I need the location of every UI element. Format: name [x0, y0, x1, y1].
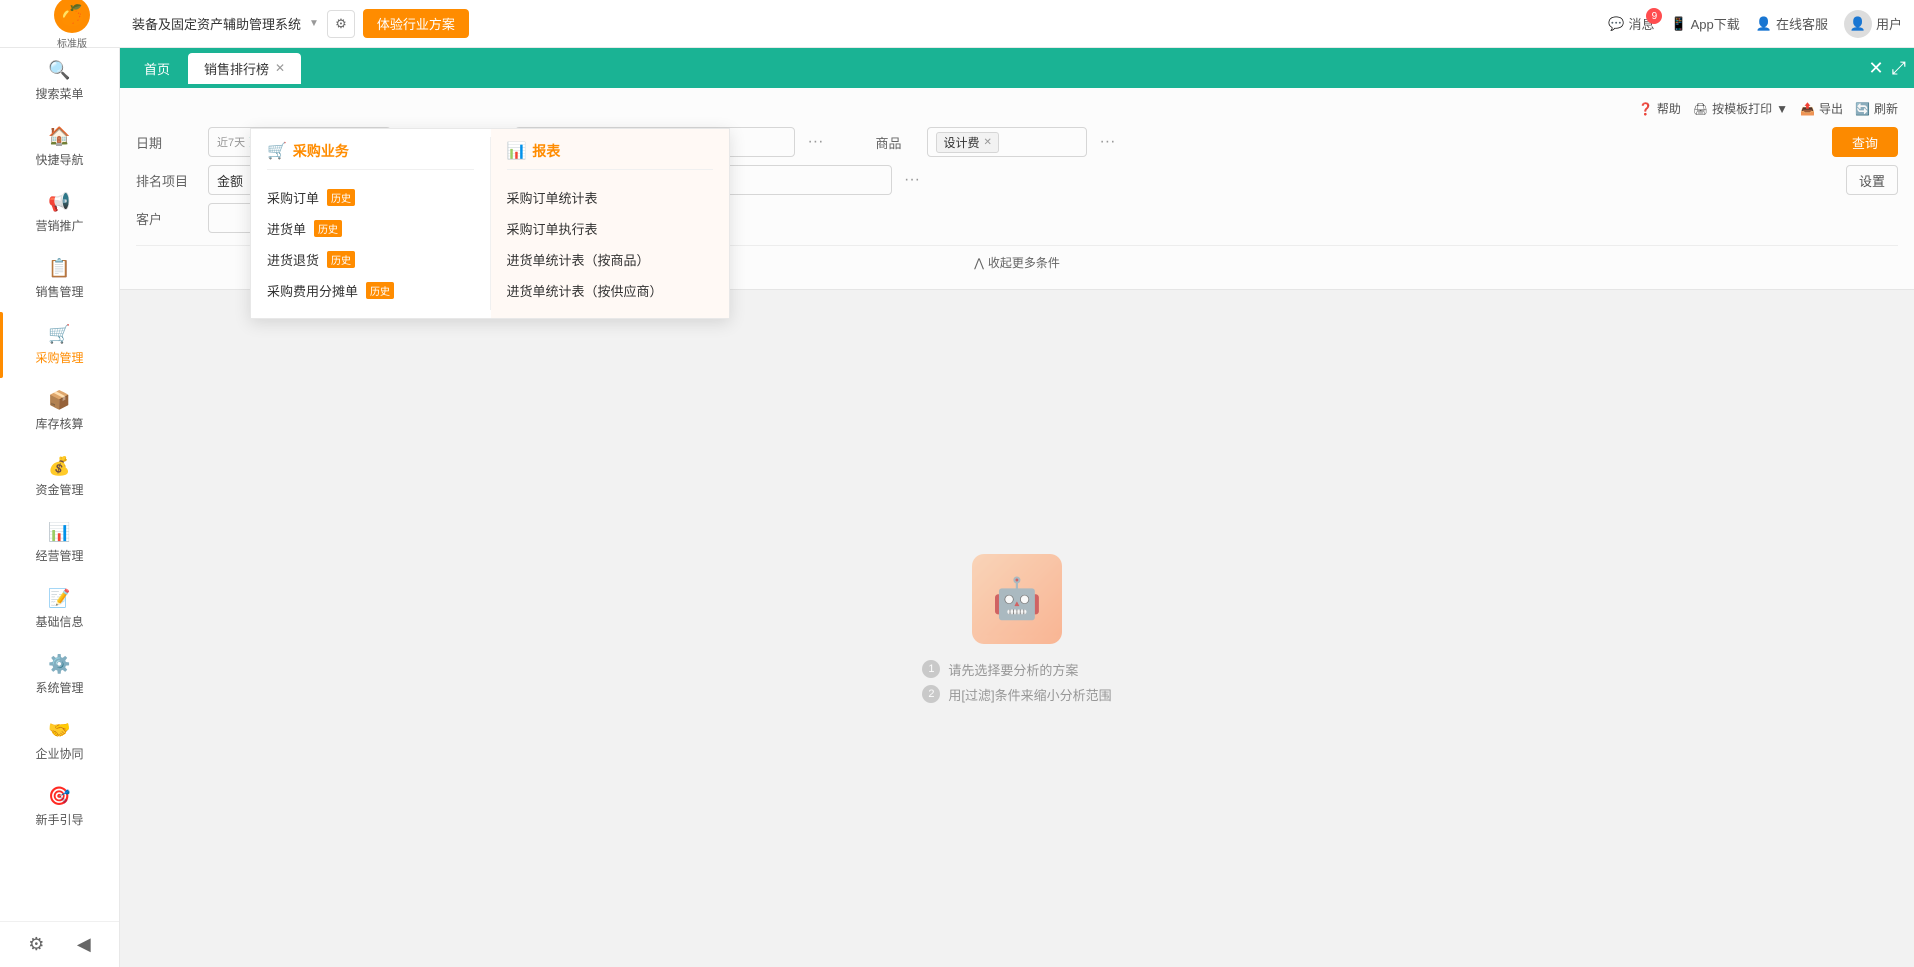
dropdown-menu: 🛒 采购业务 采购订单 历史 进货单 历史 进货退货 历史: [250, 128, 730, 319]
sidebar-item-guide[interactable]: 🎯 新手引导: [0, 774, 119, 840]
inventory-icon: 📦: [48, 390, 70, 411]
system-icon: ⚙️: [48, 654, 70, 675]
menu-item-purchase-cost[interactable]: 采购费用分摊单 历史: [267, 275, 474, 306]
menu-section-report-title: 📊 报表: [507, 141, 714, 170]
home-icon: 🏠: [48, 126, 70, 147]
guide-icon: 🎯: [48, 786, 70, 807]
settings-icon[interactable]: ⚙: [327, 10, 355, 38]
sidebar-item-cooperation[interactable]: 🤝 企业协同: [0, 708, 119, 774]
purchase-icon: 🛒: [48, 324, 70, 345]
tab-bar: 首页 销售排行榜 ✕ ✕ ⤢: [120, 48, 1914, 88]
cooperation-icon: 🤝: [48, 720, 70, 741]
sidebar-item-system[interactable]: ⚙️ 系统管理: [0, 642, 119, 708]
purchase-menu-icon: 🛒: [267, 141, 287, 161]
main-layout: 🔍 搜索菜单 🏠 快捷导航 📢 营销推广 📋 销售管理 🛒 采购管理 📦 库存核…: [0, 48, 1914, 967]
sidebar: 🔍 搜索菜单 🏠 快捷导航 📢 营销推广 📋 销售管理 🛒 采购管理 📦 库存核…: [0, 48, 120, 967]
sidebar-collapse-icon[interactable]: ◀: [77, 934, 91, 955]
user-button[interactable]: 👤 用户: [1844, 10, 1902, 38]
page-content: ❓ 帮助 🖨 按模板打印 ▼ 📤 导出 🔄 刷新: [120, 88, 1914, 967]
marketing-icon: 📢: [48, 192, 70, 213]
top-bar: 🍊 标准版 装备及固定资产辅助管理系统 ▼ ⚙ 体验行业方案 💬 消息 9 📱 …: [0, 0, 1914, 48]
dropdown-arrow-icon[interactable]: ▼: [309, 18, 319, 29]
app-download-button[interactable]: 📱 App下载: [1670, 14, 1739, 33]
menu-section-report: 📊 报表 采购订单统计表 采购订单执行表 进货单统计表（按商品） 进货单统计表（…: [491, 129, 730, 318]
sidebar-item-operations[interactable]: 📊 经营管理: [0, 510, 119, 576]
inbound-badge: 历史: [314, 220, 342, 237]
menu-item-inbound[interactable]: 进货单 历史: [267, 213, 474, 244]
logo-icon: 🍊: [54, 0, 90, 33]
content-area: 首页 销售排行榜 ✕ ✕ ⤢ ❓ 帮助 🖨: [120, 48, 1914, 967]
sidebar-item-basic-info[interactable]: 📝 基础信息: [0, 576, 119, 642]
menu-section-purchase-title: 🛒 采购业务: [267, 141, 474, 170]
avatar: 👤: [1844, 10, 1872, 38]
phone-icon: 📱: [1670, 16, 1686, 32]
finance-icon: 💰: [48, 456, 70, 477]
menu-item-inbound-stat-goods[interactable]: 进货单统计表（按商品）: [507, 244, 714, 275]
sidebar-item-search[interactable]: 🔍 搜索菜单: [0, 48, 119, 114]
menu-item-inbound-stat-supplier[interactable]: 进货单统计表（按供应商）: [507, 275, 714, 306]
message-badge: 9: [1646, 8, 1662, 24]
tab-home[interactable]: 首页: [128, 53, 186, 84]
sidebar-item-purchase[interactable]: 🛒 采购管理: [0, 312, 119, 378]
tab-close-button[interactable]: ✕: [1869, 58, 1884, 79]
messages-button[interactable]: 💬 消息 9: [1608, 14, 1654, 33]
sidebar-item-marketing[interactable]: 📢 营销推广: [0, 180, 119, 246]
search-icon: 🔍: [48, 60, 70, 81]
basic-info-icon: 📝: [48, 588, 70, 609]
purchase-order-badge: 历史: [327, 189, 355, 206]
logo-area: 🍊 标准版: [12, 0, 132, 50]
top-bar-center: 装备及固定资产辅助管理系统 ▼ ⚙ 体验行业方案: [132, 9, 1608, 38]
operations-icon: 📊: [48, 522, 70, 543]
sidebar-item-inventory[interactable]: 📦 库存核算: [0, 378, 119, 444]
tab-close-icon[interactable]: ✕: [275, 61, 285, 75]
sidebar-item-quick-nav[interactable]: 🏠 快捷导航: [0, 114, 119, 180]
menu-item-inbound-return[interactable]: 进货退货 历史: [267, 244, 474, 275]
industry-button[interactable]: 体验行业方案: [363, 9, 469, 38]
menu-item-purchase-order[interactable]: 采购订单 历史: [267, 182, 474, 213]
sales-icon: 📋: [48, 258, 70, 279]
sidebar-bottom: ⚙ ◀: [0, 921, 119, 967]
online-service-button[interactable]: 👤 在线客服: [1756, 14, 1828, 33]
top-bar-right: 💬 消息 9 📱 App下载 👤 在线客服 👤 用户: [1608, 10, 1902, 38]
service-icon: 👤: [1756, 16, 1772, 32]
system-title: 装备及固定资产辅助管理系统: [132, 14, 301, 33]
tab-sales-rank[interactable]: 销售排行榜 ✕: [188, 53, 301, 84]
purchase-cost-badge: 历史: [366, 282, 394, 299]
report-menu-icon: 📊: [507, 141, 527, 161]
menu-section-purchase: 🛒 采购业务 采购订单 历史 进货单 历史 进货退货 历史: [251, 129, 490, 318]
sidebar-item-sales[interactable]: 📋 销售管理: [0, 246, 119, 312]
sidebar-settings-icon[interactable]: ⚙: [28, 934, 44, 955]
inbound-return-badge: 历史: [327, 251, 355, 268]
tab-resize-button[interactable]: ⤢: [1892, 58, 1906, 79]
message-icon: 💬: [1608, 16, 1624, 32]
menu-item-purchase-order-exec[interactable]: 采购订单执行表: [507, 213, 714, 244]
sidebar-item-finance[interactable]: 💰 资金管理: [0, 444, 119, 510]
menu-item-purchase-order-stat[interactable]: 采购订单统计表: [507, 182, 714, 213]
tab-bar-actions: ✕ ⤢: [1869, 58, 1907, 79]
